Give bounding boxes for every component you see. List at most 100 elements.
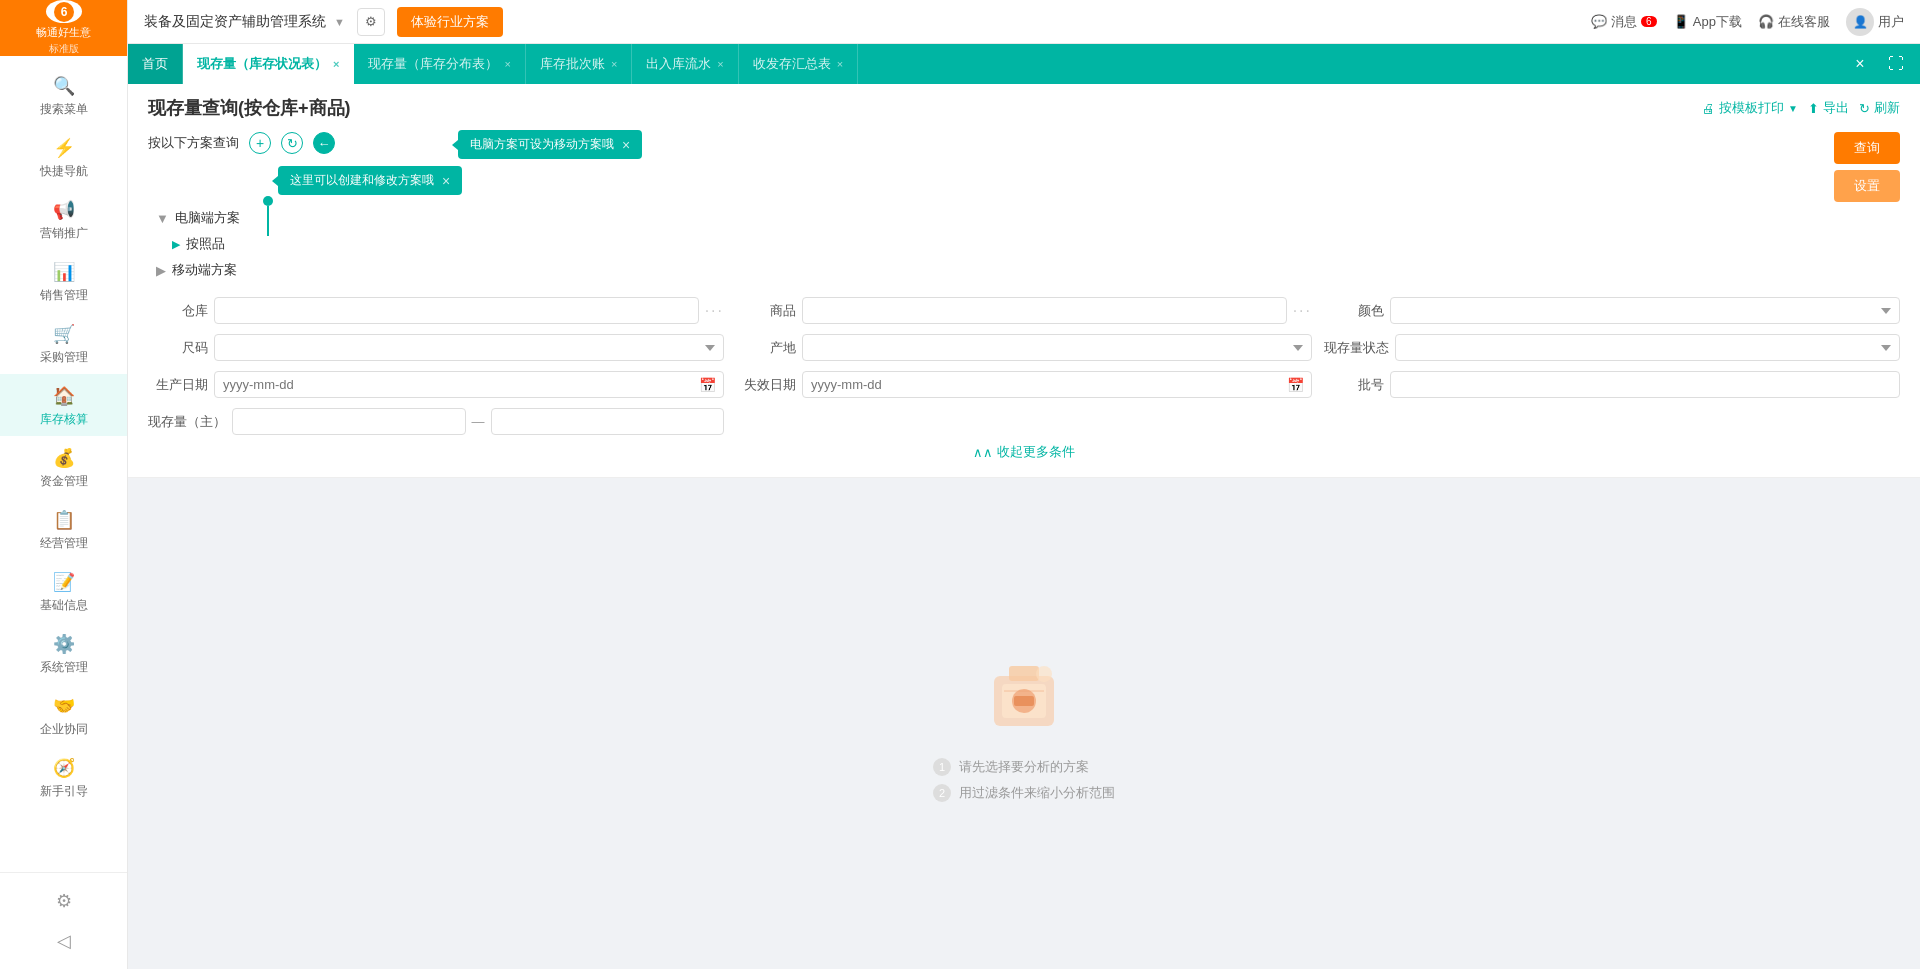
sidebar-item-system[interactable]: ⚙️ 系统管理 xyxy=(0,622,127,684)
color-select[interactable] xyxy=(1390,297,1900,324)
enterprise-icon: 🤝 xyxy=(52,694,76,718)
page-actions: 🖨 按模板打印 ▼ ⬆ 导出 ↻ 刷新 xyxy=(1702,99,1900,117)
expiry-date-input[interactable] xyxy=(802,371,1312,398)
sidebar-item-marketing-label: 营销推广 xyxy=(40,225,88,242)
reset-btn[interactable]: 设置 xyxy=(1834,170,1900,202)
tab-flow[interactable]: 出入库流水 × xyxy=(632,44,738,84)
sidebar-item-finance[interactable]: 💰 资金管理 xyxy=(0,436,127,498)
filter-arrow-btn[interactable]: ← xyxy=(313,132,335,154)
collapse-icon: ∧∧ xyxy=(973,445,993,460)
scheme-desktop-group[interactable]: ▼ 电脑端方案 xyxy=(148,205,1900,231)
sidebar-item-finance-label: 资金管理 xyxy=(40,473,88,490)
sidebar-item-sales-label: 销售管理 xyxy=(40,287,88,304)
tab-stock-status-close[interactable]: × xyxy=(333,58,339,70)
batch-input[interactable] xyxy=(1390,371,1900,398)
tab-stock-dist[interactable]: 现存量（库存分布表） × xyxy=(354,44,525,84)
stock-main-label: 现存量（主） xyxy=(148,413,226,431)
sidebar-item-inventory[interactable]: 🏠 库存核算 xyxy=(0,374,127,436)
tab-stock-status[interactable]: 现存量（库存状况表） × xyxy=(183,44,354,84)
production-date-field: 生产日期 📅 xyxy=(148,371,724,398)
sidebar: 6 畅通好生意 标准版 🔍 搜索菜单 ⚡ 快捷导航 📢 营销推广 📊 销售管理 … xyxy=(0,0,128,969)
sidebar-item-basic[interactable]: 📝 基础信息 xyxy=(0,560,127,622)
sidebar-item-basic-label: 基础信息 xyxy=(40,597,88,614)
size-field: 尺码 xyxy=(148,334,724,361)
tab-batch[interactable]: 库存批次账 × xyxy=(526,44,632,84)
production-date-input[interactable] xyxy=(214,371,724,398)
scheme-desktop-label: 电脑端方案 xyxy=(175,209,240,227)
tooltip-close-btn[interactable]: × xyxy=(622,137,630,153)
goods-input[interactable] xyxy=(802,297,1287,324)
stock-main-from[interactable] xyxy=(232,408,466,435)
tab-flow-close[interactable]: × xyxy=(717,58,723,70)
expiry-date-label: 失效日期 xyxy=(736,376,796,394)
app-download-btn[interactable]: 📱 App下载 xyxy=(1673,13,1742,31)
filter-row-2: 尺码 产地 现存量状态 xyxy=(148,334,1900,361)
user-btn[interactable]: 👤 用户 xyxy=(1846,8,1904,36)
tip-num-1: 1 xyxy=(933,758,951,776)
origin-select[interactable] xyxy=(802,334,1312,361)
warehouse-dots: ··· xyxy=(705,302,724,320)
collapse-btn[interactable]: ∧∧ 收起更多条件 xyxy=(973,443,1075,461)
sidebar-item-purchase-label: 采购管理 xyxy=(40,349,88,366)
batch-field: 批号 xyxy=(1324,371,1900,398)
expiry-date-cal-icon[interactable]: 📅 xyxy=(1287,377,1304,393)
scheme-arrow-icon: ▼ xyxy=(156,211,169,226)
tab-stock-status-label: 现存量（库存状况表） xyxy=(197,55,327,73)
production-date-cal-icon[interactable]: 📅 xyxy=(699,377,716,393)
sidebar-item-quicknav[interactable]: ⚡ 快捷导航 xyxy=(0,126,127,188)
svg-text:6: 6 xyxy=(60,5,67,19)
tab-summary[interactable]: 收发存汇总表 × xyxy=(739,44,858,84)
warehouse-field: 仓库 ··· xyxy=(148,297,724,324)
tooltip2-close-btn[interactable]: × xyxy=(442,173,450,189)
sidebar-item-operations-label: 经营管理 xyxy=(40,535,88,552)
tab-stock-dist-label: 现存量（库存分布表） xyxy=(368,55,498,73)
filter-refresh-btn[interactable]: ↻ xyxy=(281,132,303,154)
sidebar-item-sales[interactable]: 📊 销售管理 xyxy=(0,250,127,312)
search-btn[interactable]: 查询 xyxy=(1834,132,1900,164)
tab-home[interactable]: 首页 xyxy=(128,44,183,84)
size-select[interactable] xyxy=(214,334,724,361)
scheme-mobile-group[interactable]: ▶ 移动端方案 xyxy=(148,257,1900,283)
page-header: 现存量查询(按仓库+商品) 🖨 按模板打印 ▼ ⬆ 导出 ↻ 刷新 xyxy=(128,84,1920,120)
tab-stock-dist-close[interactable]: × xyxy=(504,58,510,70)
connector-dot xyxy=(263,196,273,206)
sidebar-item-quicknav-label: 快捷导航 xyxy=(40,163,88,180)
sidebar-item-guide-label: 新手引导 xyxy=(40,783,88,800)
filter-label: 按以下方案查询 xyxy=(148,134,239,152)
tab-summary-close[interactable]: × xyxy=(837,58,843,70)
sidebar-item-guide[interactable]: 🧭 新手引导 xyxy=(0,746,127,808)
refresh-btn[interactable]: ↻ 刷新 xyxy=(1859,99,1900,117)
tab-batch-close[interactable]: × xyxy=(611,58,617,70)
tabs-expand-btn[interactable]: ⛶ xyxy=(1882,50,1910,78)
online-service-label: 在线客服 xyxy=(1778,13,1830,31)
app-download-label: App下载 xyxy=(1693,13,1742,31)
print-btn[interactable]: 🖨 按模板打印 ▼ xyxy=(1702,99,1798,117)
stock-main-to[interactable] xyxy=(491,408,725,435)
warehouse-input[interactable] xyxy=(214,297,699,324)
topbar-gear-btn[interactable]: ⚙ xyxy=(357,8,385,36)
size-label: 尺码 xyxy=(148,339,208,357)
sidebar-item-purchase[interactable]: 🛒 采购管理 xyxy=(0,312,127,374)
export-btn[interactable]: ⬆ 导出 xyxy=(1808,99,1849,117)
sidebar-settings-btn[interactable]: ⚙ xyxy=(48,885,80,917)
sidebar-item-marketing[interactable]: 📢 营销推广 xyxy=(0,188,127,250)
quicknav-icon: ⚡ xyxy=(52,136,76,160)
tabs-close-all-btn[interactable]: × xyxy=(1846,50,1874,78)
sidebar-item-operations[interactable]: 📋 经营管理 xyxy=(0,498,127,560)
scheme-desktop-item-1[interactable]: ▶ 按照品 xyxy=(148,231,1900,257)
message-btn[interactable]: 💬 消息 6 xyxy=(1591,13,1657,31)
search-icon: 🔍 xyxy=(52,74,76,98)
sidebar-item-search[interactable]: 🔍 搜索菜单 xyxy=(0,64,127,126)
sidebar-collapse-btn[interactable]: ◁ xyxy=(48,925,80,957)
phone-icon: 📱 xyxy=(1673,14,1689,29)
stock-status-select[interactable] xyxy=(1395,334,1900,361)
sidebar-item-enterprise[interactable]: 🤝 企业协同 xyxy=(0,684,127,746)
solution-btn[interactable]: 体验行业方案 xyxy=(397,7,503,37)
filter-label-row: 按以下方案查询 + ↻ ← 电脑方案可设为移动方案哦 × xyxy=(148,132,1900,154)
online-service-btn[interactable]: 🎧 在线客服 xyxy=(1758,13,1830,31)
system-selector[interactable]: 装备及固定资产辅助管理系统 ▼ xyxy=(144,13,345,31)
search-action-buttons: 查询 设置 xyxy=(1834,132,1900,202)
scheme-section: 这里可以创建和修改方案哦 × ▼ 电脑端方案 ▶ 按照品 xyxy=(148,166,1900,287)
filter-add-btn[interactable]: + xyxy=(249,132,271,154)
color-label: 颜色 xyxy=(1324,302,1384,320)
